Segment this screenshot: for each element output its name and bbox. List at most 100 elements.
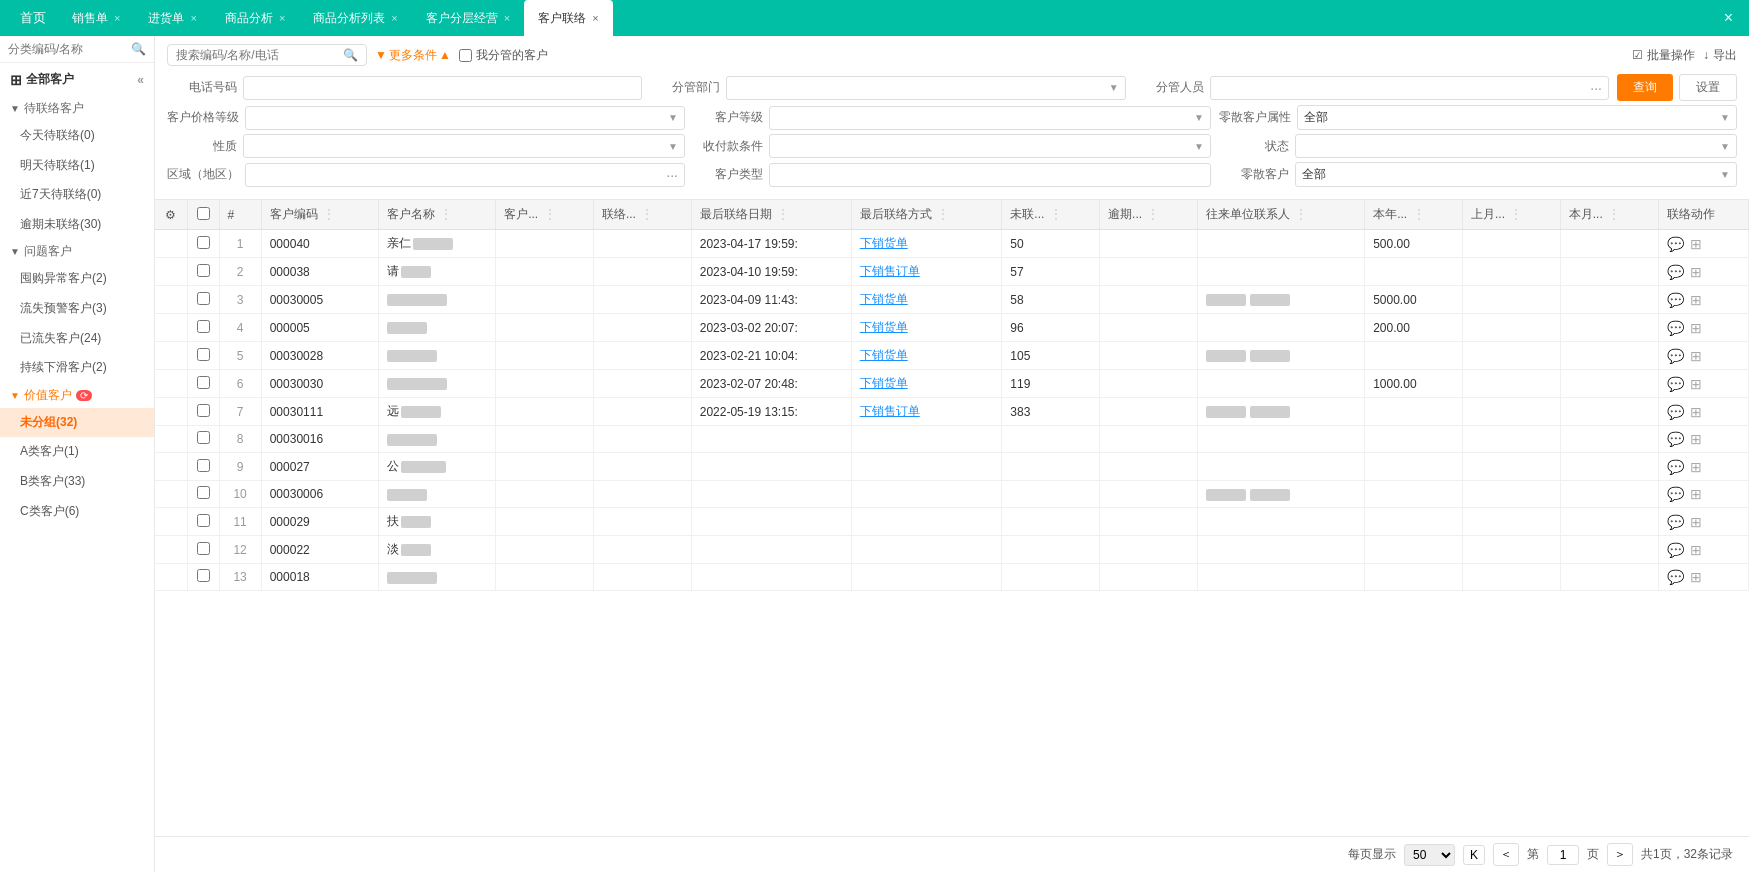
row-name[interactable]: 远 (378, 398, 495, 426)
page-size-select[interactable]: 50 20 100 (1404, 844, 1455, 866)
row-name[interactable]: 亲仁 (378, 230, 495, 258)
row-checkbox[interactable] (197, 320, 210, 333)
row-name[interactable] (378, 342, 495, 370)
nav-close-2[interactable]: × (279, 12, 285, 24)
contact-icon[interactable]: 💬 (1667, 264, 1684, 280)
cust-type-select[interactable] (769, 163, 1211, 187)
row-name[interactable] (378, 370, 495, 398)
row-last-method[interactable] (851, 564, 1002, 591)
nature-select[interactable]: ▼ (243, 134, 685, 158)
contact-icon[interactable]: 💬 (1667, 569, 1684, 585)
contact-icon[interactable]: 💬 (1667, 376, 1684, 392)
row-checkbox[interactable] (197, 486, 210, 499)
row-last-method[interactable]: 下销售订单 (851, 398, 1002, 426)
sidebar-search-input[interactable] (8, 42, 127, 56)
contact-icon[interactable]: 💬 (1667, 431, 1684, 447)
row-checkbox[interactable] (197, 542, 210, 555)
resize-handle-3[interactable]: ⋮ (544, 207, 556, 221)
sidebar-item-class-a[interactable]: A类客户(1) (0, 437, 154, 467)
page-number-input[interactable] (1547, 845, 1579, 865)
th-this-year[interactable]: 本年... ⋮ (1365, 200, 1463, 230)
contact-icon[interactable]: 💬 (1667, 486, 1684, 502)
filter-search-box[interactable]: 🔍 (167, 44, 367, 66)
filter-search-icon[interactable]: 🔍 (343, 48, 358, 62)
resize-handle-5[interactable]: ⋮ (777, 207, 789, 221)
row-checkbox[interactable] (197, 404, 210, 417)
contact-icon[interactable]: 💬 (1667, 348, 1684, 364)
resize-handle-6[interactable]: ⋮ (937, 207, 949, 221)
row-checkbox[interactable] (197, 292, 210, 305)
resize-handle-11[interactable]: ⋮ (1510, 207, 1522, 221)
batch-operation-btn[interactable]: ☑ 批量操作 (1632, 47, 1695, 64)
query-button[interactable]: 查询 (1617, 74, 1673, 101)
more-action-icon[interactable]: ⊞ (1690, 376, 1702, 392)
my-customers-check[interactable] (459, 49, 472, 62)
contact-icon[interactable]: 💬 (1667, 320, 1684, 336)
status-select[interactable]: ▼ (1295, 134, 1737, 158)
sidebar-section-pending[interactable]: ▼ 待联络客户 (0, 96, 154, 121)
row-checkbox[interactable] (197, 236, 210, 249)
row-checkbox[interactable] (197, 264, 210, 277)
more-action-icon[interactable]: ⊞ (1690, 236, 1702, 252)
row-last-method[interactable]: 下销货单 (851, 314, 1002, 342)
nav-close-3[interactable]: × (391, 12, 397, 24)
sidebar-item-class-b[interactable]: B类客户(33) (0, 467, 154, 497)
sidebar-search-icon[interactable]: 🔍 (131, 42, 146, 56)
contact-icon[interactable]: 💬 (1667, 459, 1684, 475)
window-close-button[interactable]: × (1716, 9, 1741, 27)
sidebar-item-7days[interactable]: 近7天待联络(0) (0, 180, 154, 210)
more-action-icon[interactable]: ⊞ (1690, 264, 1702, 280)
row-name[interactable] (378, 426, 495, 453)
my-customers-checkbox[interactable]: 我分管的客户 (459, 47, 548, 64)
select-all-checkbox[interactable] (197, 207, 210, 220)
row-checkbox[interactable] (197, 376, 210, 389)
sidebar-collapse-btn[interactable]: « (137, 73, 144, 87)
row-name[interactable] (378, 564, 495, 591)
th-name[interactable]: 客户名称 ⋮ (378, 200, 495, 230)
th-type[interactable]: 客户... ⋮ (496, 200, 594, 230)
row-last-method[interactable]: 下销货单 (851, 286, 1002, 314)
row-checkbox[interactable] (197, 569, 210, 582)
row-name[interactable]: 公 (378, 453, 495, 481)
nav-home[interactable]: 首页 (8, 9, 58, 27)
row-last-method[interactable] (851, 481, 1002, 508)
sidebar-section-problem[interactable]: ▼ 问题客户 (0, 239, 154, 264)
th-last-month[interactable]: 上月... ⋮ (1462, 200, 1560, 230)
row-name[interactable]: 扶 (378, 508, 495, 536)
cust-level-select[interactable]: ▼ (769, 106, 1211, 130)
row-name[interactable] (378, 314, 495, 342)
th-this-month[interactable]: 本月... ⋮ (1560, 200, 1658, 230)
dept-select[interactable]: ▼ (726, 76, 1125, 100)
th-check[interactable] (187, 200, 219, 230)
more-action-icon[interactable]: ⊞ (1690, 404, 1702, 420)
filter-search-input[interactable] (176, 48, 339, 62)
more-conditions-btn[interactable]: ▼ 更多条件 ▲ (375, 47, 451, 64)
more-action-icon[interactable]: ⊞ (1690, 514, 1702, 530)
payment-select[interactable]: ▼ (769, 134, 1211, 158)
sidebar-item-overdue[interactable]: 逾期未联络(30) (0, 210, 154, 240)
th-last-method[interactable]: 最后联络方式 ⋮ (851, 200, 1002, 230)
row-last-method[interactable] (851, 536, 1002, 564)
export-btn[interactable]: ↓ 导出 (1703, 47, 1737, 64)
th-contact-person[interactable]: 往来单位联系人 ⋮ (1197, 200, 1364, 230)
row-last-method[interactable] (851, 508, 1002, 536)
sidebar-item-churn-warning[interactable]: 流失预警客户(3) (0, 294, 154, 324)
more-action-icon[interactable]: ⊞ (1690, 486, 1702, 502)
nav-item-customer-segment[interactable]: 客户分层经营 × (412, 0, 524, 36)
resize-handle-8[interactable]: ⋮ (1147, 207, 1159, 221)
contact-icon[interactable]: 💬 (1667, 292, 1684, 308)
resize-handle-10[interactable]: ⋮ (1413, 207, 1425, 221)
more-action-icon[interactable]: ⊞ (1690, 431, 1702, 447)
nav-close-1[interactable]: × (190, 12, 196, 24)
nav-item-purchase[interactable]: 进货单 × (134, 0, 210, 36)
resize-handle-4[interactable]: ⋮ (641, 207, 653, 221)
sidebar-item-ungroup[interactable]: 未分组(32) (0, 408, 154, 438)
contact-icon[interactable]: 💬 (1667, 236, 1684, 252)
row-name[interactable]: 淡 (378, 536, 495, 564)
sidebar-item-churned[interactable]: 已流失客户(24) (0, 324, 154, 354)
nav-close-0[interactable]: × (114, 12, 120, 24)
reset-button[interactable]: 设置 (1679, 74, 1737, 101)
resize-handle-2[interactable]: ⋮ (440, 207, 452, 221)
sidebar-search-box[interactable]: 🔍 (0, 36, 154, 63)
more-action-icon[interactable]: ⊞ (1690, 459, 1702, 475)
